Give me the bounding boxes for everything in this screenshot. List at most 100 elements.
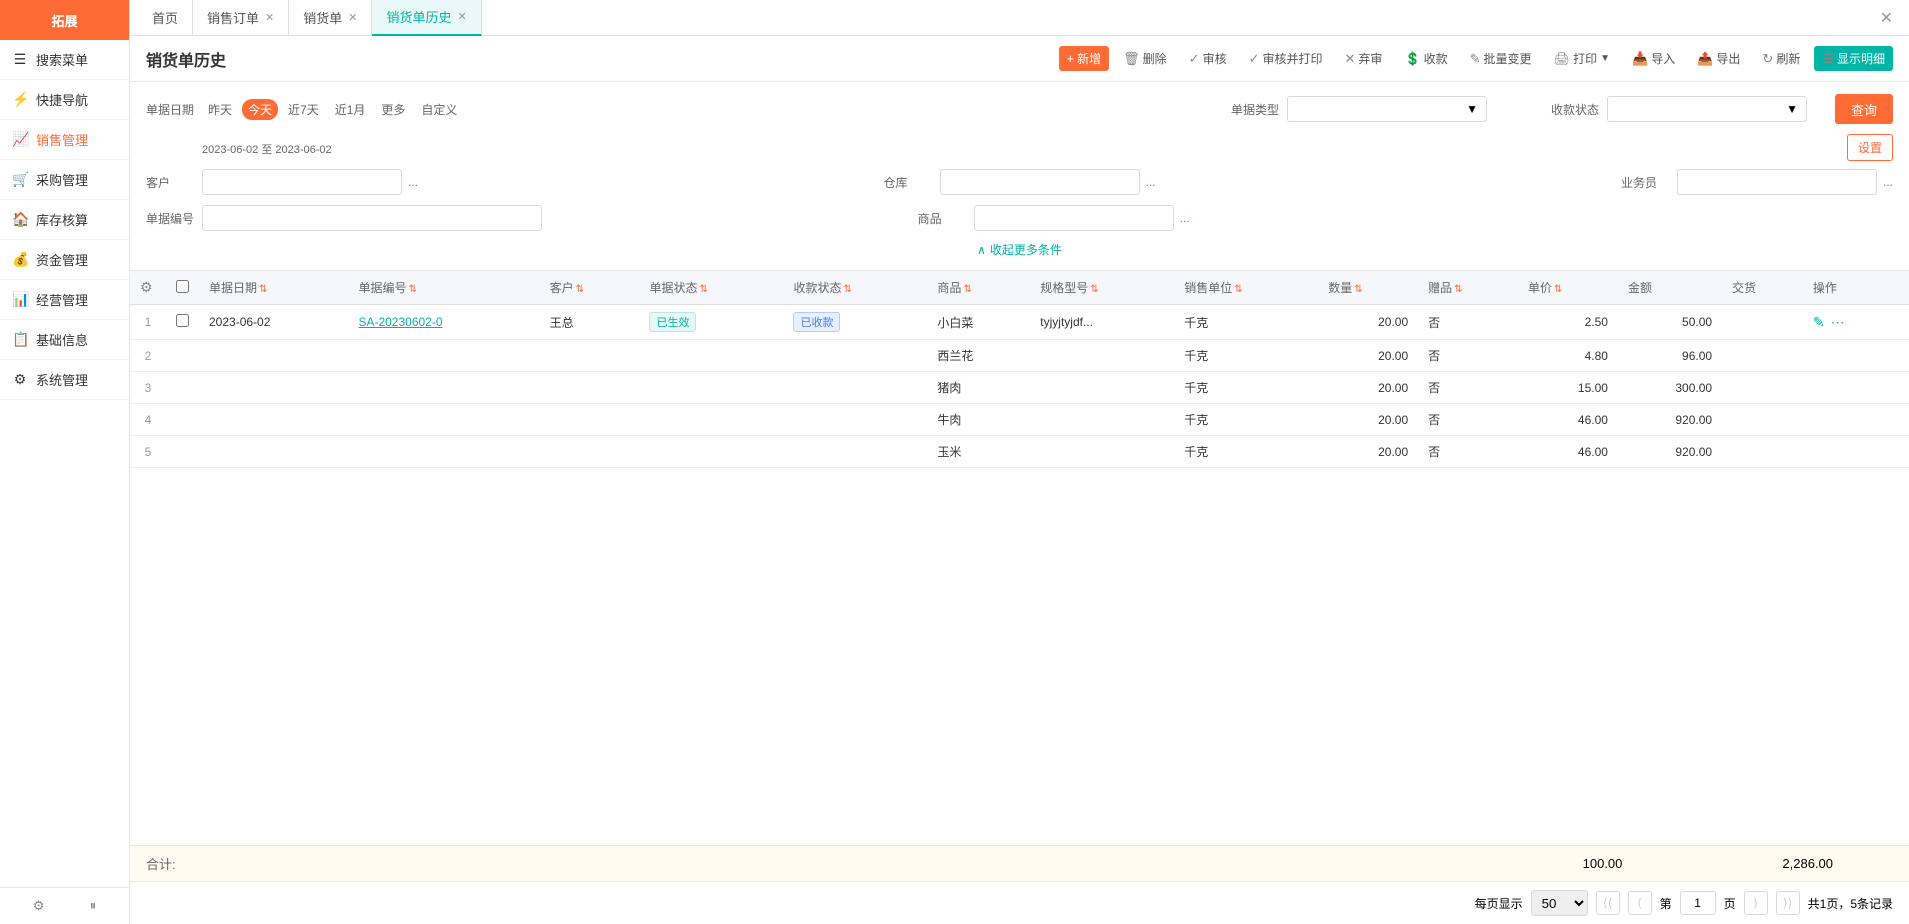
collect-button[interactable]: 💲 收款 — [1396, 46, 1455, 71]
row-doc-status — [639, 340, 783, 372]
filter-date-label: 单据日期 — [146, 101, 196, 118]
sidebar-pause-icon[interactable]: ⏸ — [90, 898, 97, 914]
sidebar-settings-icon[interactable]: ⚙ — [33, 898, 45, 914]
sidebar-item-purchase-mgmt[interactable]: 🛒 采购管理 — [0, 160, 129, 200]
filter-docno-input[interactable] — [202, 205, 542, 231]
export-button[interactable]: 📤 导出 — [1689, 46, 1748, 71]
filter-date-item: 单据日期 昨天 今天 近7天 近1月 更多 自定义 — [146, 99, 463, 120]
export-icon: 📤 — [1697, 51, 1713, 67]
row-delivery — [1722, 404, 1803, 436]
th-customer[interactable]: 客户⇅ — [540, 271, 640, 305]
sys-mgmt-icon: ⚙ — [12, 371, 28, 388]
sidebar-item-sys-mgmt[interactable]: ⚙ 系统管理 — [0, 360, 129, 400]
filter-salesperson-input[interactable] — [1677, 169, 1877, 195]
table-row: 2 西兰花 千克 20.00 否 4.80 96.00 — [130, 340, 1909, 372]
tab-sales-order-label: 销售订单 — [207, 8, 259, 27]
abandon-button[interactable]: ✕ 弃审 — [1337, 46, 1391, 71]
warehouse-dots[interactable]: ... — [1146, 175, 1156, 189]
date-today[interactable]: 今天 — [242, 99, 278, 120]
delete-button[interactable]: 🗑 删除 — [1115, 46, 1175, 71]
sidebar-item-label: 搜索菜单 — [36, 50, 88, 69]
filter-warehouse-input[interactable] — [940, 169, 1140, 195]
query-button[interactable]: 查询 — [1835, 94, 1893, 124]
th-unit-price[interactable]: 单价⇅ — [1518, 271, 1618, 305]
sidebar-item-sales-mgmt[interactable]: 📈 销售管理 — [0, 120, 129, 160]
sidebar-item-ops-mgmt[interactable]: 📊 经营管理 — [0, 280, 129, 320]
th-date[interactable]: 单据日期⇅ — [199, 271, 348, 305]
tab-sales-goods[interactable]: 销货单 ✕ — [289, 0, 372, 36]
filter-salesperson-item: 业务员 ... — [1621, 169, 1893, 195]
settings-button[interactable]: 设置 — [1847, 134, 1893, 161]
date-custom[interactable]: 自定义 — [415, 99, 463, 120]
row-delivery — [1722, 305, 1803, 340]
review-print-button[interactable]: ✓ 审核并打印 — [1241, 46, 1331, 71]
sidebar-item-search-menu[interactable]: ☰ 搜索菜单 — [0, 40, 129, 80]
th-gear[interactable]: ⚙ — [130, 271, 166, 305]
date-yesterday[interactable]: 昨天 — [202, 99, 238, 120]
customer-dots[interactable]: ... — [408, 175, 418, 189]
doc-no-link[interactable]: SA-20230602-0 — [358, 315, 442, 329]
tab-sales-order[interactable]: 销售订单 ✕ — [193, 0, 289, 36]
tabs-close-all[interactable]: ✕ — [1872, 8, 1901, 28]
page-prev-button[interactable]: ⟨ — [1628, 891, 1652, 915]
row-sales-unit: 千克 — [1174, 404, 1318, 436]
th-gift[interactable]: 赠品⇅ — [1418, 271, 1518, 305]
add-button[interactable]: + 新增 — [1059, 46, 1110, 71]
import-icon: 📥 — [1632, 51, 1648, 67]
goods-dots[interactable]: ... — [1180, 211, 1190, 225]
row-checkbox[interactable] — [176, 314, 189, 327]
sidebar-item-label: 库存核算 — [36, 210, 88, 229]
select-all-checkbox[interactable] — [176, 280, 189, 293]
th-spec-type[interactable]: 规格型号⇅ — [1030, 271, 1174, 305]
date-more[interactable]: 更多 — [375, 99, 411, 120]
import-button[interactable]: 📥 导入 — [1624, 46, 1683, 71]
th-qty[interactable]: 数量⇅ — [1318, 271, 1418, 305]
doc-type-chevron-icon: ▼ — [1466, 102, 1478, 116]
tab-sales-history-close[interactable]: ✕ — [458, 10, 467, 23]
edit-op-button[interactable]: ✎ — [1813, 314, 1825, 330]
filter-doc-type-select[interactable]: ▼ — [1287, 96, 1487, 122]
sort-doc-status-icon: ⇅ — [700, 284, 708, 295]
sidebar-item-basic-info[interactable]: 📋 基础信息 — [0, 320, 129, 360]
tab-sales-order-close[interactable]: ✕ — [265, 11, 274, 24]
page-input[interactable] — [1680, 891, 1716, 915]
refresh-button[interactable]: ↻ 刷新 — [1754, 46, 1808, 71]
tab-sales-history[interactable]: 销货单历史 ✕ — [372, 0, 481, 36]
print-button[interactable]: 🖨 打印 ▼ — [1546, 46, 1618, 71]
th-sales-unit[interactable]: 销售单位⇅ — [1174, 271, 1318, 305]
th-doc-status[interactable]: 单据状态⇅ — [639, 271, 783, 305]
th-doc-no[interactable]: 单据编号⇅ — [348, 271, 539, 305]
th-payment-status-label: 收款状态 — [793, 281, 841, 295]
show-detail-button[interactable]: ☰ 显示明细 — [1814, 46, 1893, 71]
tab-sales-goods-close[interactable]: ✕ — [348, 11, 357, 24]
th-goods[interactable]: 商品⇅ — [927, 271, 1030, 305]
th-payment-status[interactable]: 收款状态⇅ — [783, 271, 927, 305]
page-header: 销货单历史 + 新增 🗑 删除 ✓ 审核 ✓ 审核并打印 — [130, 36, 1909, 82]
search-menu-icon: ☰ — [12, 51, 28, 68]
row-checkbox-cell — [166, 404, 199, 436]
row-doc-no — [348, 404, 539, 436]
date-1month[interactable]: 近1月 — [329, 99, 372, 120]
page-size-select[interactable]: 50 10 20 100 — [1531, 890, 1588, 916]
row-payment-status — [783, 436, 927, 468]
sidebar-item-quick-nav[interactable]: ⚡ 快捷导航 — [0, 80, 129, 120]
salesperson-dots[interactable]: ... — [1883, 175, 1893, 189]
filter-goods-input[interactable] — [974, 205, 1174, 231]
table-container: ⚙ 单据日期⇅ 单据编号⇅ 客户⇅ 单据状态⇅ 收款状态⇅ 商品⇅ 规格型号⇅ … — [130, 271, 1909, 845]
page-first-button[interactable]: ⟨⟨ — [1596, 891, 1620, 915]
batch-change-button[interactable]: ✎ 批量变更 — [1462, 46, 1540, 71]
filter-payment-status-select[interactable]: ▼ — [1607, 96, 1807, 122]
page-last-button[interactable]: ⟩⟩ — [1776, 891, 1800, 915]
footer-total-amount: 2,286.00 — [1782, 856, 1893, 871]
sidebar-item-finance-mgmt[interactable]: 💰 资金管理 — [0, 240, 129, 280]
more-op-button[interactable]: ⋯ — [1831, 314, 1845, 330]
collapse-filter-button[interactable]: ∧ 收起更多条件 — [146, 241, 1893, 258]
review-button[interactable]: ✓ 审核 — [1181, 46, 1235, 71]
sidebar-item-inventory[interactable]: 🏠 库存核算 — [0, 200, 129, 240]
page-next-button[interactable]: ⟩ — [1744, 891, 1768, 915]
gear-icon[interactable]: ⚙ — [140, 279, 153, 295]
tab-home[interactable]: 首页 — [138, 0, 193, 36]
date-7days[interactable]: 近7天 — [282, 99, 325, 120]
row-date — [199, 404, 348, 436]
filter-customer-input[interactable] — [202, 169, 402, 195]
